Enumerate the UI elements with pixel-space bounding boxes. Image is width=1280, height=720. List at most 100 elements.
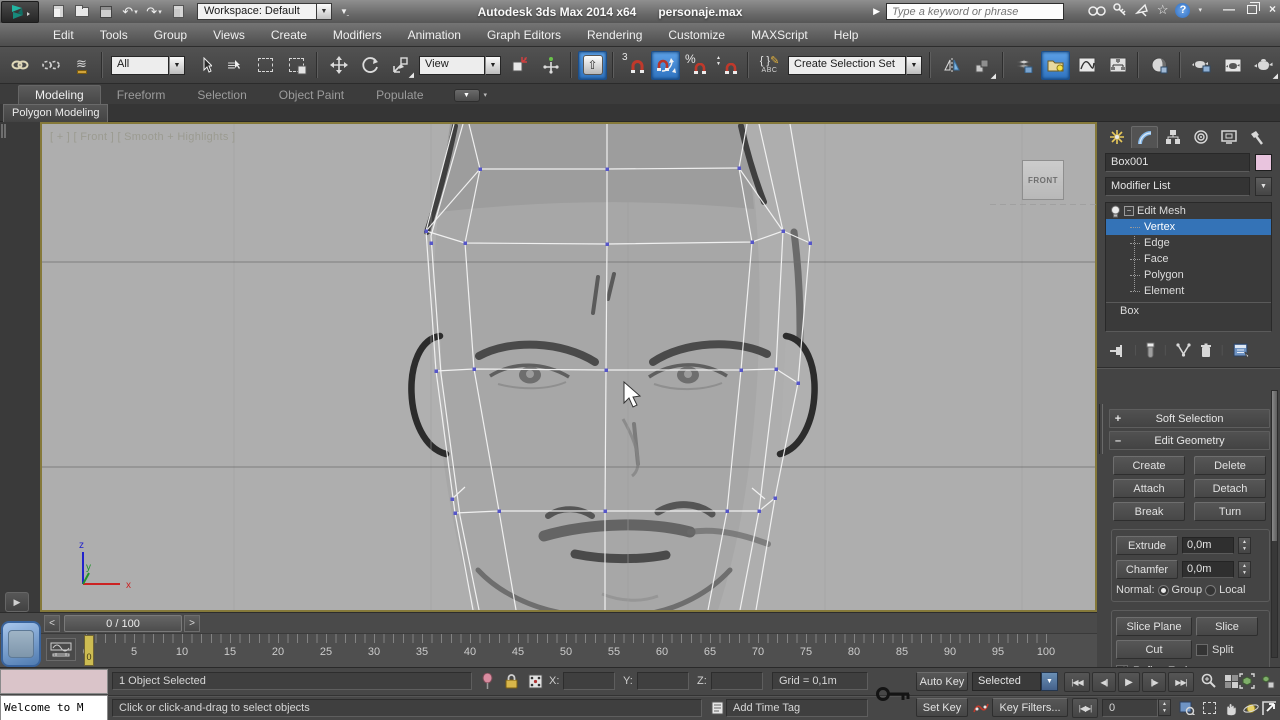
play-animation-button[interactable]: ▶ — [1118, 672, 1140, 692]
slice-plane-button[interactable]: Slice Plane — [1116, 617, 1192, 636]
layer-manager-icon[interactable] — [1010, 51, 1039, 80]
break-button[interactable]: Break — [1113, 502, 1185, 521]
field-of-view-icon[interactable] — [1198, 698, 1220, 718]
modifier-list-dropdown[interactable]: Modifier List — [1105, 177, 1250, 196]
stack-row-box[interactable]: Box — [1106, 302, 1271, 319]
soft-selection-rollout[interactable]: + Soft Selection — [1109, 409, 1270, 428]
project-folder-icon[interactable] — [169, 4, 187, 20]
viewport-label[interactable]: [ + ] [ Front ] [ Smooth + Highlights ] — [50, 131, 235, 143]
render-production-icon[interactable]: ◢ — [1249, 51, 1278, 80]
chamfer-spinner[interactable]: ▲ ▼ — [1238, 561, 1251, 578]
angle-snap-toggle[interactable] — [651, 50, 680, 80]
modifier-on-bulb-icon[interactable] — [1110, 205, 1121, 218]
current-frame-field[interactable]: 0 — [1102, 699, 1158, 717]
extrude-value-field[interactable]: 0,0m — [1182, 537, 1234, 554]
track-ruler[interactable]: 0 5 10 15 20 25 30 35 40 45 50 55 60 65 70 75 80 85 90 95 10… — [83, 634, 1055, 668]
frame-spinner[interactable]: ▲ ▼ — [1158, 699, 1171, 716]
align-icon[interactable]: ◢ — [968, 51, 997, 80]
select-and-scale-icon[interactable]: ◢ — [386, 51, 415, 80]
add-time-tag[interactable]: Add Time Tag — [726, 699, 868, 717]
communication-center-icon[interactable] — [1134, 3, 1150, 17]
z-coordinate-field[interactable] — [711, 672, 763, 690]
make-unique-icon[interactable] — [1176, 343, 1191, 357]
search-input[interactable] — [886, 3, 1064, 20]
restore-button[interactable] — [1246, 1, 1260, 14]
favorites-star-icon[interactable]: ☆ — [1157, 2, 1169, 18]
zoom-extents-all-icon[interactable] — [1256, 671, 1278, 691]
viewcube[interactable]: FRONT — [1022, 160, 1064, 200]
menu-modifiers[interactable]: Modifiers — [320, 23, 395, 46]
help-dropdown-arrow[interactable]: ▾ — [1198, 6, 1202, 14]
go-to-start-button[interactable]: |◀◀ — [1064, 672, 1090, 692]
save-file-icon[interactable] — [97, 4, 115, 20]
open-file-icon[interactable] — [73, 4, 91, 20]
maxscript-listener-output[interactable]: Welcome to M — [0, 695, 108, 720]
select-and-manipulate-icon[interactable] — [536, 51, 565, 80]
use-pivot-point-center-icon[interactable] — [505, 51, 534, 80]
material-editor-icon[interactable] — [1145, 51, 1174, 80]
reference-coordinate-system-dropdown[interactable]: View ▼ — [419, 55, 501, 75]
zoom-icon[interactable] — [1198, 671, 1220, 691]
named-selection-set-dropdown[interactable]: Create Selection Set ▼ — [788, 55, 922, 75]
selection-lock-icon[interactable] — [500, 671, 522, 691]
turn-button[interactable]: Turn — [1194, 502, 1266, 521]
extrude-button[interactable]: Extrude — [1116, 536, 1178, 555]
schematic-view-icon[interactable] — [1103, 51, 1132, 80]
select-object-icon[interactable] — [189, 51, 218, 80]
undo-button[interactable]: ↶ ▾ — [121, 4, 139, 20]
rendered-frame-window-icon[interactable] — [1218, 51, 1247, 80]
modifier-list-arrow[interactable]: ▼ — [1255, 177, 1272, 196]
sign-in-key-icon[interactable] — [1113, 3, 1128, 17]
stack-subobject-element[interactable]: Element — [1106, 283, 1271, 299]
close-button[interactable]: × — [1269, 2, 1276, 16]
snaps-toggle-3d[interactable]: 3 — [620, 51, 649, 80]
redo-button[interactable]: ↷ ▾ — [145, 4, 163, 20]
stack-row-edit-mesh[interactable]: − Edit Mesh — [1106, 203, 1271, 219]
minimize-button[interactable]: — — [1223, 2, 1235, 16]
remove-modifier-icon[interactable] — [1200, 343, 1212, 358]
key-filters-button[interactable]: Key Filters... — [992, 698, 1068, 717]
toolbar-grip[interactable] — [1, 124, 6, 138]
stack-subobject-edge[interactable]: Edge — [1106, 235, 1271, 251]
help-button[interactable]: ? — [1175, 2, 1191, 18]
motion-tab-icon[interactable] — [1187, 126, 1214, 148]
workspace-bar-icon[interactable]: ▼̱ — [340, 7, 348, 16]
time-tag-icon[interactable] — [706, 698, 728, 718]
rollout-scroll-grip[interactable] — [1099, 404, 1103, 454]
ribbon-tab-modeling[interactable]: Modeling — [18, 85, 101, 104]
ribbon-tab-populate[interactable]: Populate — [360, 86, 439, 104]
panel-scrollbar[interactable] — [1271, 390, 1278, 658]
keyboard-shortcut-override-toggle[interactable]: ⇧ — [578, 50, 607, 80]
selection-filter-dropdown[interactable]: All ▼ — [111, 55, 185, 75]
menu-edit[interactable]: Edit — [40, 23, 87, 46]
track-bar[interactable]: 0 5 10 15 20 25 30 35 40 45 50 55 60 65 70 75 80 85 90 95 10… — [0, 633, 1097, 667]
zoom-extents-icon[interactable] — [1236, 671, 1258, 691]
normal-local-radio[interactable] — [1205, 584, 1217, 596]
menu-group[interactable]: Group — [141, 23, 200, 46]
bind-to-space-warp-icon[interactable]: ≋ — [67, 51, 96, 80]
open-mini-curve-editor-icon[interactable] — [46, 638, 76, 661]
current-frame-marker[interactable]: 0 — [84, 635, 94, 666]
percent-snap-toggle[interactable]: % — [682, 51, 711, 80]
edit-geometry-rollout[interactable]: – Edit Geometry — [1109, 431, 1270, 450]
scene-explorer-folder-icon[interactable] — [1041, 50, 1070, 80]
previous-frame-playback-button[interactable]: ◀|| — [1092, 672, 1116, 692]
viewport-canvas[interactable]: z x y — [42, 123, 1095, 616]
stack-subobject-face[interactable]: Face — [1106, 251, 1271, 267]
x-coordinate-field[interactable] — [563, 672, 615, 690]
detach-button[interactable]: Detach — [1194, 479, 1266, 498]
cut-button[interactable]: Cut — [1116, 640, 1192, 659]
zoom-region-icon[interactable] — [1176, 698, 1198, 718]
polygon-modeling-panel-tab[interactable]: Polygon Modeling — [3, 104, 109, 122]
slice-button[interactable]: Slice — [1196, 617, 1258, 636]
next-frame-button[interactable]: > — [184, 615, 200, 632]
create-tab-icon[interactable] — [1103, 126, 1130, 148]
menu-animation[interactable]: Animation — [395, 23, 474, 46]
next-frame-playback-button[interactable]: ||▶ — [1142, 672, 1166, 692]
selected-set-dropdown[interactable]: Selected ▼ — [972, 672, 1058, 691]
create-button[interactable]: Create — [1113, 456, 1185, 475]
go-to-end-button[interactable]: ▶▶| — [1168, 672, 1194, 692]
select-by-name-icon[interactable]: ≡ — [220, 51, 249, 80]
menu-customize[interactable]: Customize — [655, 23, 738, 46]
object-name-field[interactable]: Box001 — [1105, 153, 1250, 172]
